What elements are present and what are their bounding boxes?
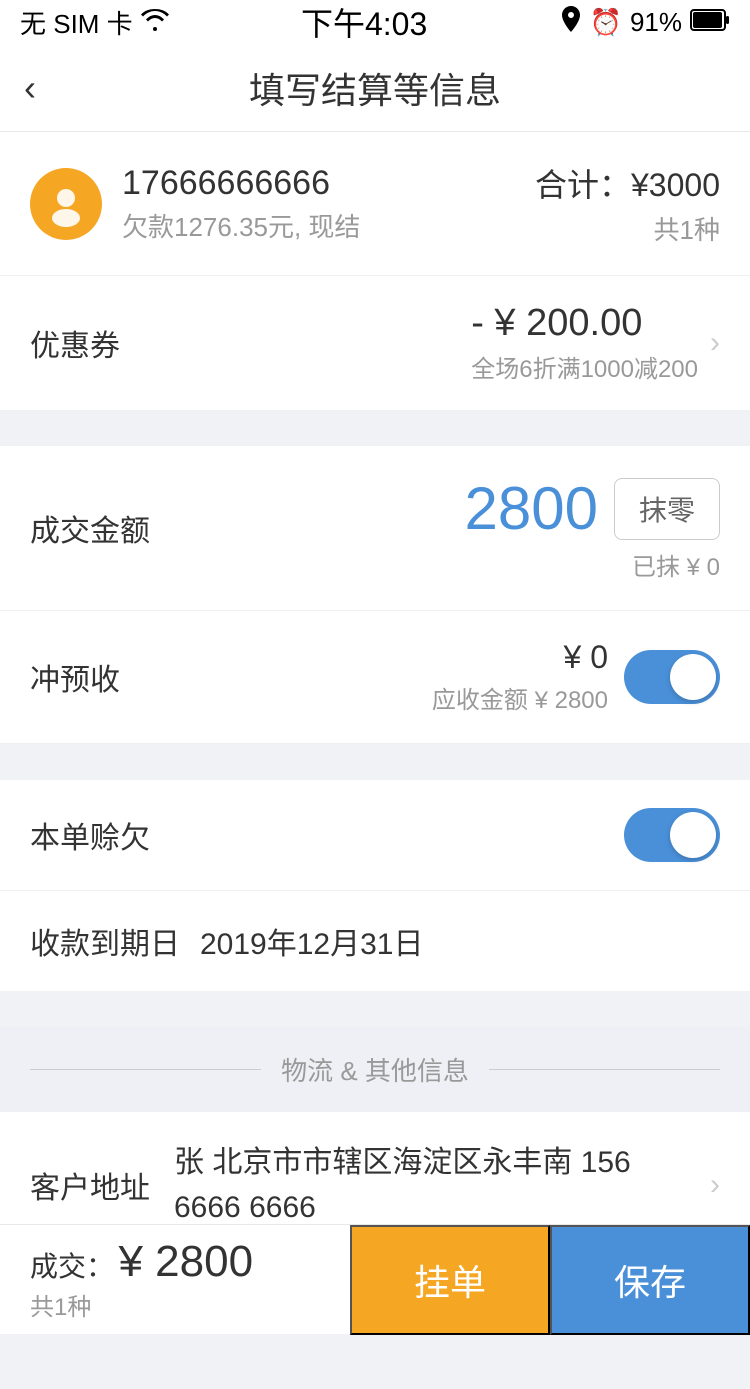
- back-button[interactable]: ‹: [24, 67, 36, 109]
- user-info-row: 17666666666 欠款1276.35元, 现结 合计：¥3000 共1种: [0, 132, 750, 275]
- pending-button[interactable]: 挂单: [350, 1225, 550, 1335]
- user-details: 17666666666 欠款1276.35元, 现结: [122, 164, 360, 244]
- coupon-row[interactable]: 优惠券 - ¥ 200.00 全场6折满1000减200 ›: [0, 275, 750, 410]
- prepay-toggle[interactable]: [624, 650, 720, 704]
- bottom-deal-count: 共1种: [30, 1287, 320, 1322]
- total-amount: 合计：¥3000: [535, 160, 720, 206]
- status-left: 无 SIM 卡: [20, 4, 169, 41]
- address-value: 张 北京市市辖区海淀区永丰南 156 6666 6666: [174, 1140, 698, 1230]
- battery-icon: [690, 7, 730, 38]
- due-date-value: 2019年12月31日: [200, 919, 423, 963]
- prepay-amount-sub: 应收金额 ¥ 2800: [432, 680, 608, 715]
- user-left: 17666666666 欠款1276.35元, 现结: [30, 164, 360, 244]
- section-gap-1: [0, 426, 750, 446]
- coupon-discount: - ¥ 200.00: [471, 302, 698, 345]
- bottom-deal-row: 成交： ¥ 2800: [30, 1237, 320, 1287]
- total-count: 共1种: [535, 210, 720, 247]
- zero-button[interactable]: 抹零: [614, 478, 720, 540]
- status-bar: 无 SIM 卡 下午4:03 ⏰ 91%: [0, 0, 750, 44]
- location-icon: [560, 6, 582, 39]
- user-right: 合计：¥3000 共1种: [535, 160, 720, 247]
- coupon-desc: 全场6折满1000减200: [471, 349, 698, 384]
- save-button[interactable]: 保存: [550, 1225, 750, 1335]
- user-phone: 17666666666: [122, 164, 360, 203]
- prepay-right: ¥ 0 应收金额 ¥ 2800: [432, 639, 720, 715]
- deal-amount-card: 成交金额 2800 抹零 已抹 ¥ 0 冲预收 ¥ 0 应收金额 ¥ 2800: [0, 446, 750, 744]
- bottom-deal-label: 成交：: [30, 1251, 114, 1282]
- prepay-row: 冲预收 ¥ 0 应收金额 ¥ 2800: [0, 611, 750, 744]
- alarm-icon: ⏰: [590, 7, 622, 38]
- bad-debt-label: 本单赊欠: [30, 813, 150, 857]
- due-date-row: 收款到期日 2019年12月31日: [0, 891, 750, 991]
- bad-debt-toggle[interactable]: [624, 808, 720, 862]
- wifi-icon: [141, 7, 169, 38]
- section-gap-2: [0, 760, 750, 780]
- deal-amount-label: 成交金额: [30, 506, 150, 550]
- logistics-label: 物流 & 其他信息: [281, 1051, 469, 1088]
- bad-debt-row: 本单赊欠: [0, 780, 750, 891]
- logistics-divider: 物流 & 其他信息: [0, 1027, 750, 1112]
- bottom-deal-amount: ¥ 2800: [118, 1237, 253, 1286]
- bottom-summary: 成交： ¥ 2800 共1种: [0, 1237, 350, 1322]
- avatar: [30, 168, 102, 240]
- deal-amount-form-right: 2800 抹零: [465, 474, 721, 543]
- bad-debt-card: 本单赊欠 收款到期日 2019年12月31日: [0, 780, 750, 991]
- address-chevron-icon: ›: [710, 1168, 720, 1202]
- user-sub: 欠款1276.35元, 现结: [122, 207, 360, 244]
- content: 17666666666 欠款1276.35元, 现结 合计：¥3000 共1种 …: [0, 132, 750, 1389]
- battery-label: 91%: [630, 7, 682, 38]
- divider-line-left: [30, 1069, 261, 1070]
- deal-amount-value: 2800: [465, 474, 598, 543]
- status-right: ⏰ 91%: [560, 6, 730, 39]
- prepay-amounts: ¥ 0 应收金额 ¥ 2800: [432, 639, 608, 715]
- deal-amount-right: 2800 抹零 已抹 ¥ 0: [465, 474, 721, 582]
- section-gap-3: [0, 1007, 750, 1027]
- page-title: 填写结算等信息: [249, 62, 501, 114]
- sim-label: 无 SIM 卡: [20, 4, 133, 41]
- prepay-label: 冲预收: [30, 655, 120, 699]
- coupon-info: - ¥ 200.00 全场6折满1000减200: [471, 302, 698, 384]
- due-date-label: 收款到期日: [30, 919, 180, 963]
- status-time: 下午4:03: [301, 0, 427, 45]
- bottom-bar: 成交： ¥ 2800 共1种 挂单 保存: [0, 1224, 750, 1334]
- coupon-right: - ¥ 200.00 全场6折满1000减200 ›: [471, 302, 720, 384]
- nav-bar: ‹ 填写结算等信息: [0, 44, 750, 132]
- prepay-toggle-knob: [670, 654, 716, 700]
- address-label: 客户地址: [30, 1163, 150, 1207]
- coupon-label: 优惠券: [30, 321, 120, 365]
- user-info-card: 17666666666 欠款1276.35元, 现结 合计：¥3000 共1种 …: [0, 132, 750, 410]
- divider-line-right: [489, 1069, 720, 1070]
- deal-amount-row: 成交金额 2800 抹零 已抹 ¥ 0: [0, 446, 750, 611]
- coupon-chevron-icon: ›: [710, 326, 720, 360]
- prepay-amount-val: ¥ 0: [432, 639, 608, 676]
- deal-amount-sub: 已抹 ¥ 0: [465, 547, 721, 582]
- bad-debt-toggle-knob: [670, 812, 716, 858]
